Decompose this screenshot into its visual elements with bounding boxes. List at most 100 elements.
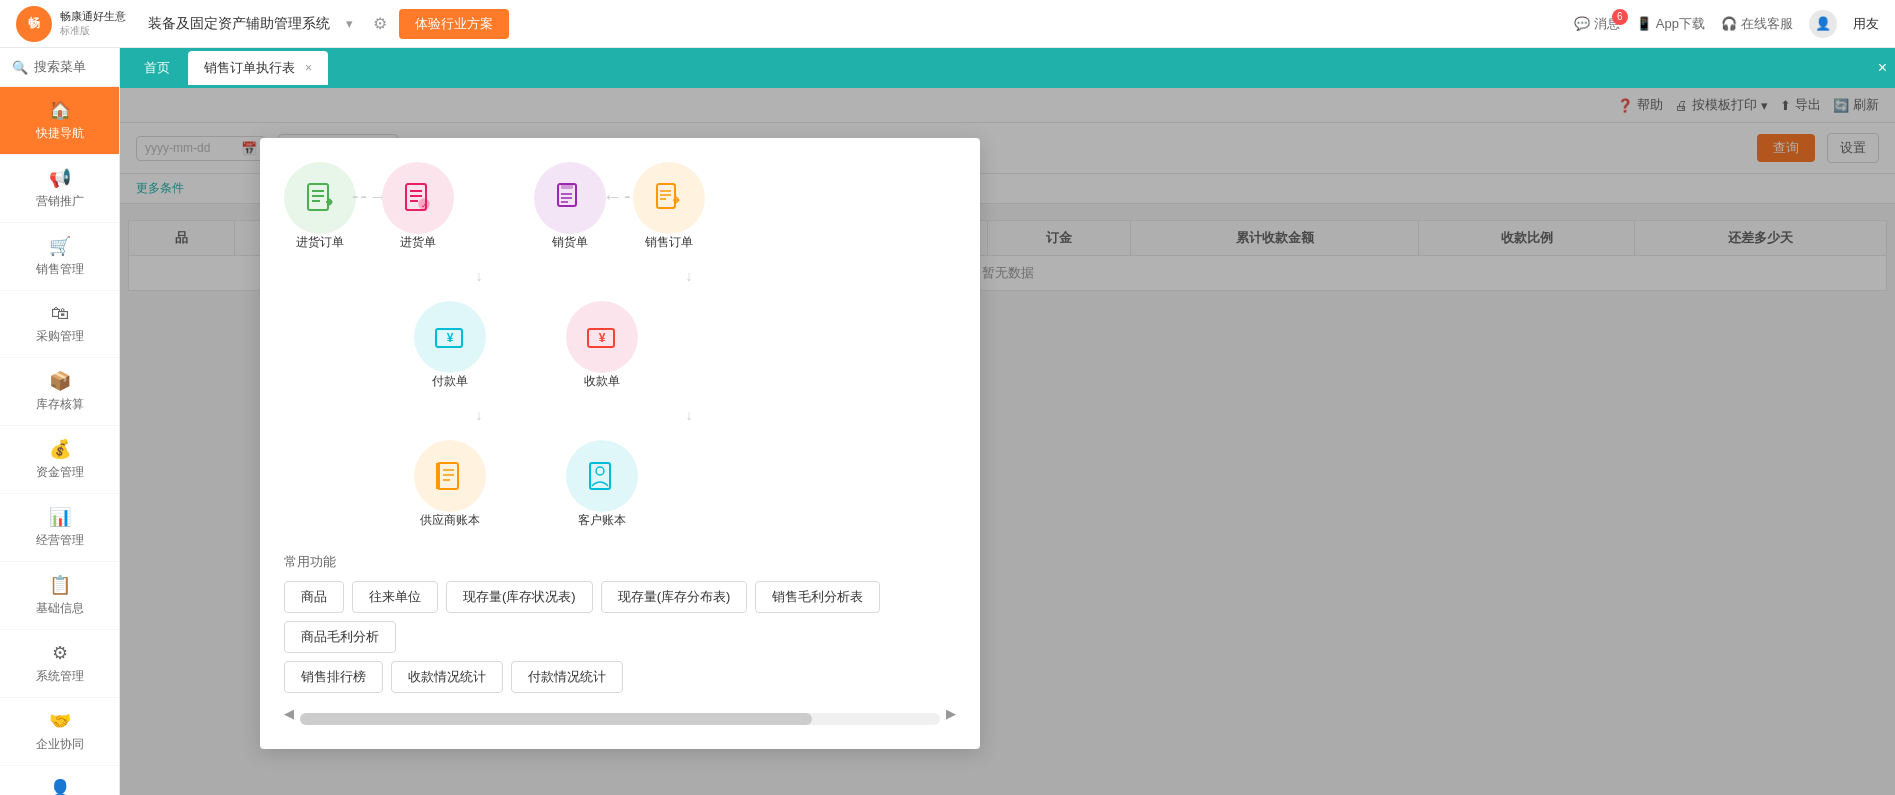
scroll-right-icon[interactable]: ▶: [946, 706, 956, 721]
func-btn-receipt-stats[interactable]: 收款情况统计: [391, 661, 503, 693]
modal-scrollbar[interactable]: [300, 713, 940, 725]
tab-home[interactable]: 首页: [128, 51, 186, 85]
supplier-ledger-circle: [414, 440, 486, 512]
svg-text:¥: ¥: [447, 331, 454, 345]
logo-area: 畅 畅康通好生意 标准版: [16, 6, 136, 42]
tab-close-icon[interactable]: ×: [305, 61, 312, 75]
system-title: 装备及固定资产辅助管理系统: [148, 15, 330, 33]
supplier-ledger-icon: [434, 460, 466, 492]
func-btn-payment-stats[interactable]: 付款情况统计: [511, 661, 623, 693]
func-btn-stock-status[interactable]: 现存量(库存状况表): [446, 581, 593, 613]
service-icon: 🎧: [1721, 16, 1737, 31]
svg-rect-11: [561, 184, 573, 189]
func-btn-product-margin[interactable]: 商品毛利分析: [284, 621, 396, 653]
logo-icon: 畅: [16, 6, 52, 42]
sidebar-item-operations[interactable]: 📊 经营管理: [0, 494, 119, 562]
flow-row-1: 进货订单 - - →: [284, 162, 956, 251]
func-btn-product[interactable]: 商品: [284, 581, 344, 613]
customer-ledger-label: 客户账本: [578, 512, 626, 529]
username: 用友: [1853, 15, 1879, 33]
sales-order-circle: [633, 162, 705, 234]
operations-icon: 📊: [49, 506, 71, 528]
sidebar: 🔍 搜索菜单 🏠 快捷导航 📢 营销推广 🛒 销售管理 🛍 采购管理 📦: [0, 48, 120, 795]
purchase-bill-item[interactable]: ✓ 进货单: [382, 162, 454, 251]
logo-text: 畅康通好生意: [60, 9, 126, 23]
sales-order-modal-item[interactable]: 销售订单: [633, 162, 705, 251]
purchase-bill-label: 进货单: [400, 234, 436, 251]
arrow-dashed-1: - - →: [352, 185, 386, 228]
down-arrow-sales: ↓: [624, 269, 754, 283]
sales-bill-item[interactable]: 销货单: [534, 162, 606, 251]
payment-bill-icon: ¥: [434, 321, 466, 353]
sidebar-item-system[interactable]: ⚙ 系统管理: [0, 630, 119, 698]
sidebar-item-finance[interactable]: 💰 资金管理: [0, 426, 119, 494]
receipt-bill-item[interactable]: ¥ 收款单: [566, 301, 638, 390]
func-btn-unit[interactable]: 往来单位: [352, 581, 438, 613]
svg-rect-15: [657, 184, 675, 208]
settings-icon[interactable]: ⚙: [373, 14, 387, 33]
svg-text:✓: ✓: [421, 201, 428, 210]
app-download-item[interactable]: 📱 App下载: [1636, 15, 1705, 33]
app-icon: 📱: [1636, 16, 1652, 31]
online-service-item[interactable]: 🎧 在线客服: [1721, 15, 1793, 33]
scroll-left-icon[interactable]: ◀: [284, 706, 294, 721]
supplier-ledger-label: 供应商账本: [420, 512, 480, 529]
tab-bar-close-icon[interactable]: ×: [1878, 59, 1887, 77]
svg-rect-23: [438, 463, 458, 489]
sidebar-item-marketing[interactable]: 📢 营销推广: [0, 155, 119, 223]
sales-order-modal-label: 销售订单: [645, 234, 693, 251]
common-functions: 常用功能 商品 往来单位 现存量(库存状况表) 现存量(库存分布表) 销售毛利分…: [284, 553, 956, 693]
modal-scrollbar-row: ◀ ▶: [284, 701, 956, 725]
down-arrow-receipt: ↓: [624, 408, 754, 422]
avatar-icon: 👤: [1815, 16, 1831, 31]
sidebar-item-sales[interactable]: 🛒 销售管理: [0, 223, 119, 291]
sidebar-item-newbie[interactable]: 👤 新手引导: [0, 766, 119, 795]
func-buttons-row2: 销售排行榜 收款情况统计 付款情况统计: [284, 661, 956, 693]
basic-icon: 📋: [49, 574, 71, 596]
purchase-icon: 🛍: [51, 303, 69, 324]
inventory-icon: 📦: [49, 370, 71, 392]
search-icon: 🔍: [12, 60, 28, 75]
flow-diagram: 进货订单 - - →: [284, 162, 956, 529]
payment-bill-item[interactable]: ¥ 付款单: [414, 301, 486, 390]
customer-ledger-circle: [566, 440, 638, 512]
func-btn-sales-rank[interactable]: 销售排行榜: [284, 661, 383, 693]
enterprise-icon: 🤝: [49, 710, 71, 732]
avatar[interactable]: 👤: [1809, 10, 1837, 38]
func-btn-sales-margin[interactable]: 销售毛利分析表: [755, 581, 880, 613]
func-buttons-row1: 商品 往来单位 现存量(库存状况表) 现存量(库存分布表) 销售毛利分析表 商品…: [284, 581, 956, 653]
receipt-bill-icon: ¥: [586, 321, 618, 353]
customer-ledger-item[interactable]: 客户账本: [566, 440, 638, 529]
message-icon: 💬: [1574, 16, 1590, 31]
app-container: 畅 畅康通好生意 标准版 装备及固定资产辅助管理系统 ▾ ⚙ 体验行业方案 💬 …: [0, 0, 1895, 795]
sidebar-item-basic[interactable]: 📋 基础信息: [0, 562, 119, 630]
flow-row-arrows2: ↓ ↓: [284, 406, 956, 424]
flow-row-arrows: ↓ ↓: [284, 267, 956, 285]
sidebar-search[interactable]: 🔍 搜索菜单: [0, 48, 119, 87]
tab-sales-order[interactable]: 销售订单执行表 ×: [188, 51, 328, 85]
newbie-icon: 👤: [49, 778, 71, 795]
sales-bill-icon: [554, 182, 586, 214]
payment-bill-label: 付款单: [432, 373, 468, 390]
marketing-icon: 📢: [49, 167, 71, 189]
svg-text:¥: ¥: [599, 331, 606, 345]
quick-nav-icon: 🏠: [49, 99, 71, 121]
payment-bill-circle: ¥: [414, 301, 486, 373]
sidebar-item-purchase[interactable]: 🛍 采购管理: [0, 291, 119, 358]
sidebar-item-enterprise[interactable]: 🤝 企业协同: [0, 698, 119, 766]
purchase-order-circle: [284, 162, 356, 234]
purchase-bill-icon: ✓: [402, 182, 434, 214]
purchase-order-item[interactable]: 进货订单: [284, 162, 356, 251]
page-content: ❓ 帮助 🖨 按模板打印 ▾ ⬆ 导出 🔄: [120, 88, 1895, 795]
modal-overlay[interactable]: 进货订单 - - →: [120, 88, 1895, 795]
func-btn-stock-dist[interactable]: 现存量(库存分布表): [601, 581, 748, 613]
sales-bill-label: 销货单: [552, 234, 588, 251]
sidebar-item-inventory[interactable]: 📦 库存核算: [0, 358, 119, 426]
sidebar-item-quick-nav[interactable]: 🏠 快捷导航: [0, 87, 119, 155]
system-icon: ⚙: [52, 642, 68, 664]
supplier-ledger-item[interactable]: 供应商账本: [414, 440, 486, 529]
message-item[interactable]: 💬 消息 6: [1574, 15, 1620, 33]
dropdown-icon[interactable]: ▾: [346, 16, 353, 31]
purchase-bill-circle: ✓: [382, 162, 454, 234]
trial-button[interactable]: 体验行业方案: [399, 9, 509, 39]
